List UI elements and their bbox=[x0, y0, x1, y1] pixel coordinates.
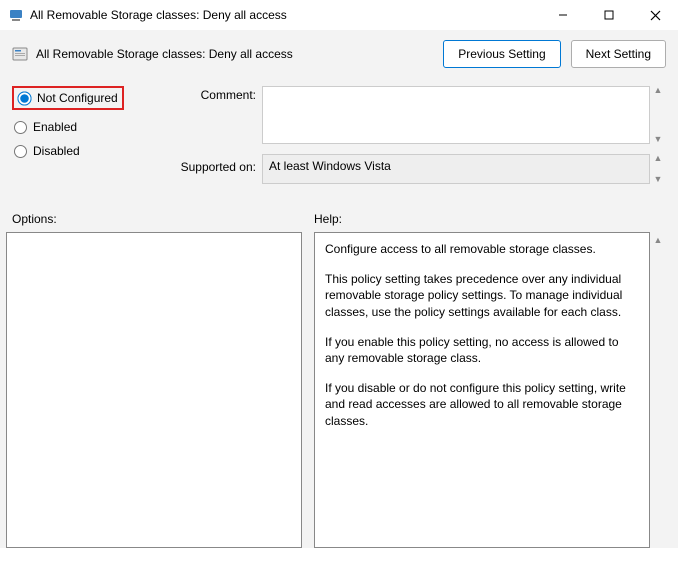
help-paragraph: Configure access to all removable storag… bbox=[325, 241, 639, 257]
radio-enabled[interactable]: Enabled bbox=[12, 116, 172, 138]
app-icon bbox=[8, 7, 24, 23]
state-radio-group: Not Configured Enabled Disabled bbox=[12, 86, 172, 194]
radio-enabled-label: Enabled bbox=[33, 120, 77, 134]
previous-setting-button[interactable]: Previous Setting bbox=[443, 40, 560, 68]
supported-on-value: At least Windows Vista bbox=[262, 154, 650, 184]
window-title: All Removable Storage classes: Deny all … bbox=[30, 8, 540, 22]
scroll-up-icon[interactable]: ▲ bbox=[654, 236, 663, 245]
help-paragraph: This policy setting takes precedence ove… bbox=[325, 271, 639, 320]
radio-not-configured-input[interactable] bbox=[17, 91, 31, 105]
options-pane bbox=[6, 232, 302, 548]
scroll-down-icon[interactable]: ▼ bbox=[654, 135, 663, 144]
radio-disabled[interactable]: Disabled bbox=[12, 140, 172, 162]
radio-disabled-label: Disabled bbox=[33, 144, 80, 158]
help-paragraph: If you enable this policy setting, no ac… bbox=[325, 334, 639, 366]
header-bar: All Removable Storage classes: Deny all … bbox=[0, 30, 678, 86]
config-section: Not Configured Enabled Disabled Comment:… bbox=[0, 86, 678, 206]
policy-icon bbox=[12, 46, 28, 62]
scroll-up-icon[interactable]: ▲ bbox=[654, 154, 663, 163]
radio-not-configured-label: Not Configured bbox=[37, 91, 118, 105]
help-label: Help: bbox=[314, 212, 342, 226]
title-bar: All Removable Storage classes: Deny all … bbox=[0, 0, 678, 30]
help-paragraph: If you disable or do not configure this … bbox=[325, 380, 639, 429]
next-setting-button[interactable]: Next Setting bbox=[571, 40, 666, 68]
scroll-down-icon[interactable]: ▼ bbox=[654, 175, 663, 184]
comment-input[interactable] bbox=[262, 86, 650, 144]
minimize-button[interactable] bbox=[540, 0, 586, 30]
options-label: Options: bbox=[12, 212, 314, 226]
radio-not-configured[interactable]: Not Configured bbox=[12, 86, 124, 110]
policy-title: All Removable Storage classes: Deny all … bbox=[36, 47, 433, 61]
close-button[interactable] bbox=[632, 0, 678, 30]
maximize-button[interactable] bbox=[586, 0, 632, 30]
panes-row: Configure access to all removable storag… bbox=[0, 232, 678, 548]
pane-headers: Options: Help: bbox=[0, 206, 678, 232]
help-pane: Configure access to all removable storag… bbox=[314, 232, 650, 548]
radio-enabled-input[interactable] bbox=[14, 121, 27, 134]
radio-disabled-input[interactable] bbox=[14, 145, 27, 158]
comment-label: Comment: bbox=[172, 86, 262, 144]
scroll-up-icon[interactable]: ▲ bbox=[654, 86, 663, 95]
supported-on-label: Supported on: bbox=[172, 154, 262, 184]
